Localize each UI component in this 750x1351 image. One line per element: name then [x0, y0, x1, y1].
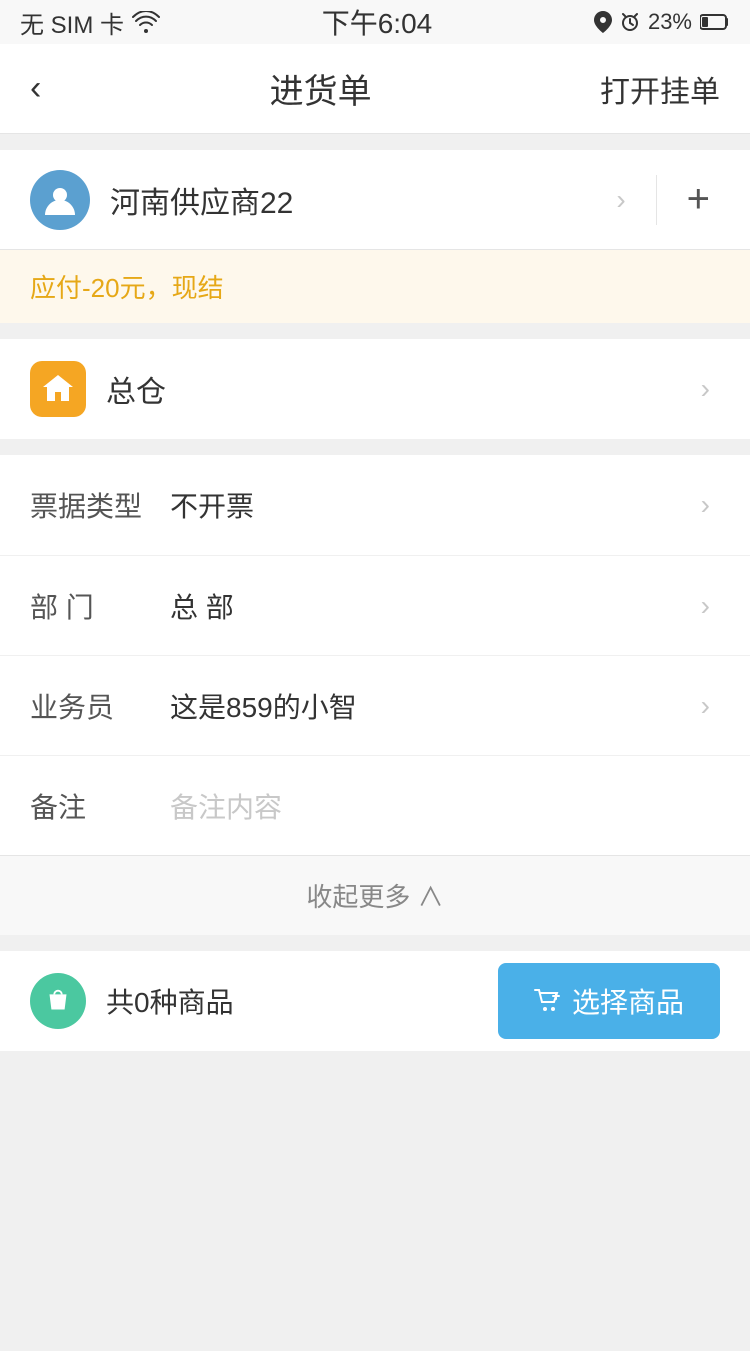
- supplier-section: 河南供应商22 › + 应付-20元，现结: [0, 150, 750, 323]
- collapse-label: 收起更多 ∧: [306, 877, 443, 914]
- notice-banner: 应付-20元，现结: [0, 250, 750, 323]
- invoice-type-row[interactable]: 票据类型 不开票 ›: [0, 455, 750, 555]
- supplier-name: 河南供应商22: [110, 178, 616, 222]
- department-label: 部 门: [30, 586, 150, 626]
- status-time: 下午6:04: [322, 2, 433, 42]
- notice-text: 应付-20元，现结: [30, 273, 224, 303]
- warehouse-section: 总仓 ›: [0, 339, 750, 439]
- status-bar: 无 SIM 卡 下午6:04 23%: [0, 0, 750, 44]
- remark-placeholder: 备注内容: [150, 786, 720, 826]
- battery-percent: 23%: [648, 9, 692, 35]
- warehouse-row[interactable]: 总仓 ›: [0, 339, 750, 439]
- product-bottom-row: 共0种商品 选择商品: [0, 951, 750, 1051]
- location-icon: [594, 11, 612, 33]
- remark-label: 备注: [30, 786, 150, 826]
- warehouse-icon-bg: [30, 361, 86, 417]
- open-pending-button[interactable]: 打开挂单: [600, 67, 720, 111]
- product-icon-bg: [30, 973, 86, 1029]
- status-right: 23%: [594, 9, 730, 35]
- nav-title: 进货单: [270, 64, 372, 113]
- salesperson-label: 业务员: [30, 686, 150, 726]
- warehouse-name: 总仓: [106, 367, 701, 411]
- department-value: 总 部: [150, 586, 701, 626]
- status-carrier: 无 SIM 卡: [20, 5, 160, 40]
- add-button[interactable]: +: [677, 167, 720, 232]
- nav-bar: ‹ 进货单 打开挂单: [0, 44, 750, 134]
- supplier-row[interactable]: 河南供应商22 › +: [0, 150, 750, 250]
- invoice-type-value: 不开票: [150, 485, 701, 525]
- invoice-type-chevron-icon: ›: [701, 489, 710, 521]
- cart-plus-icon: [534, 989, 562, 1013]
- background-filler: [0, 1051, 750, 1351]
- back-button[interactable]: ‹: [30, 69, 41, 108]
- person-icon: [41, 181, 79, 219]
- carrier-text: 无 SIM 卡: [20, 5, 124, 40]
- salesperson-row[interactable]: 业务员 这是859的小智 ›: [0, 655, 750, 755]
- form-section: 票据类型 不开票 › 部 门 总 部 › 业务员 这是859的小智 › 备注 备: [0, 455, 750, 935]
- shopping-bag-icon: [42, 985, 74, 1017]
- section-gap: [0, 134, 750, 150]
- content-area: 河南供应商22 › + 应付-20元，现结 总仓 › 票据类型: [0, 134, 750, 1351]
- battery-icon: [700, 14, 730, 30]
- house-icon: [41, 372, 75, 406]
- salesperson-value: 这是859的小智: [150, 686, 701, 726]
- remark-row[interactable]: 备注 备注内容: [0, 755, 750, 855]
- supplier-chevron-icon: ›: [616, 184, 625, 216]
- invoice-type-label: 票据类型: [30, 485, 150, 525]
- wifi-icon: [132, 11, 160, 33]
- supplier-avatar: [30, 170, 90, 230]
- supplier-divider: [656, 175, 657, 225]
- select-product-button[interactable]: 选择商品: [498, 963, 720, 1039]
- department-row[interactable]: 部 门 总 部 ›: [0, 555, 750, 655]
- alarm-icon: [620, 11, 640, 33]
- warehouse-chevron-icon: ›: [701, 373, 710, 405]
- department-chevron-icon: ›: [701, 590, 710, 622]
- select-product-label: 选择商品: [572, 981, 684, 1021]
- salesperson-chevron-icon: ›: [701, 690, 710, 722]
- product-count-text: 共0种商品: [106, 981, 498, 1021]
- collapse-button[interactable]: 收起更多 ∧: [0, 855, 750, 935]
